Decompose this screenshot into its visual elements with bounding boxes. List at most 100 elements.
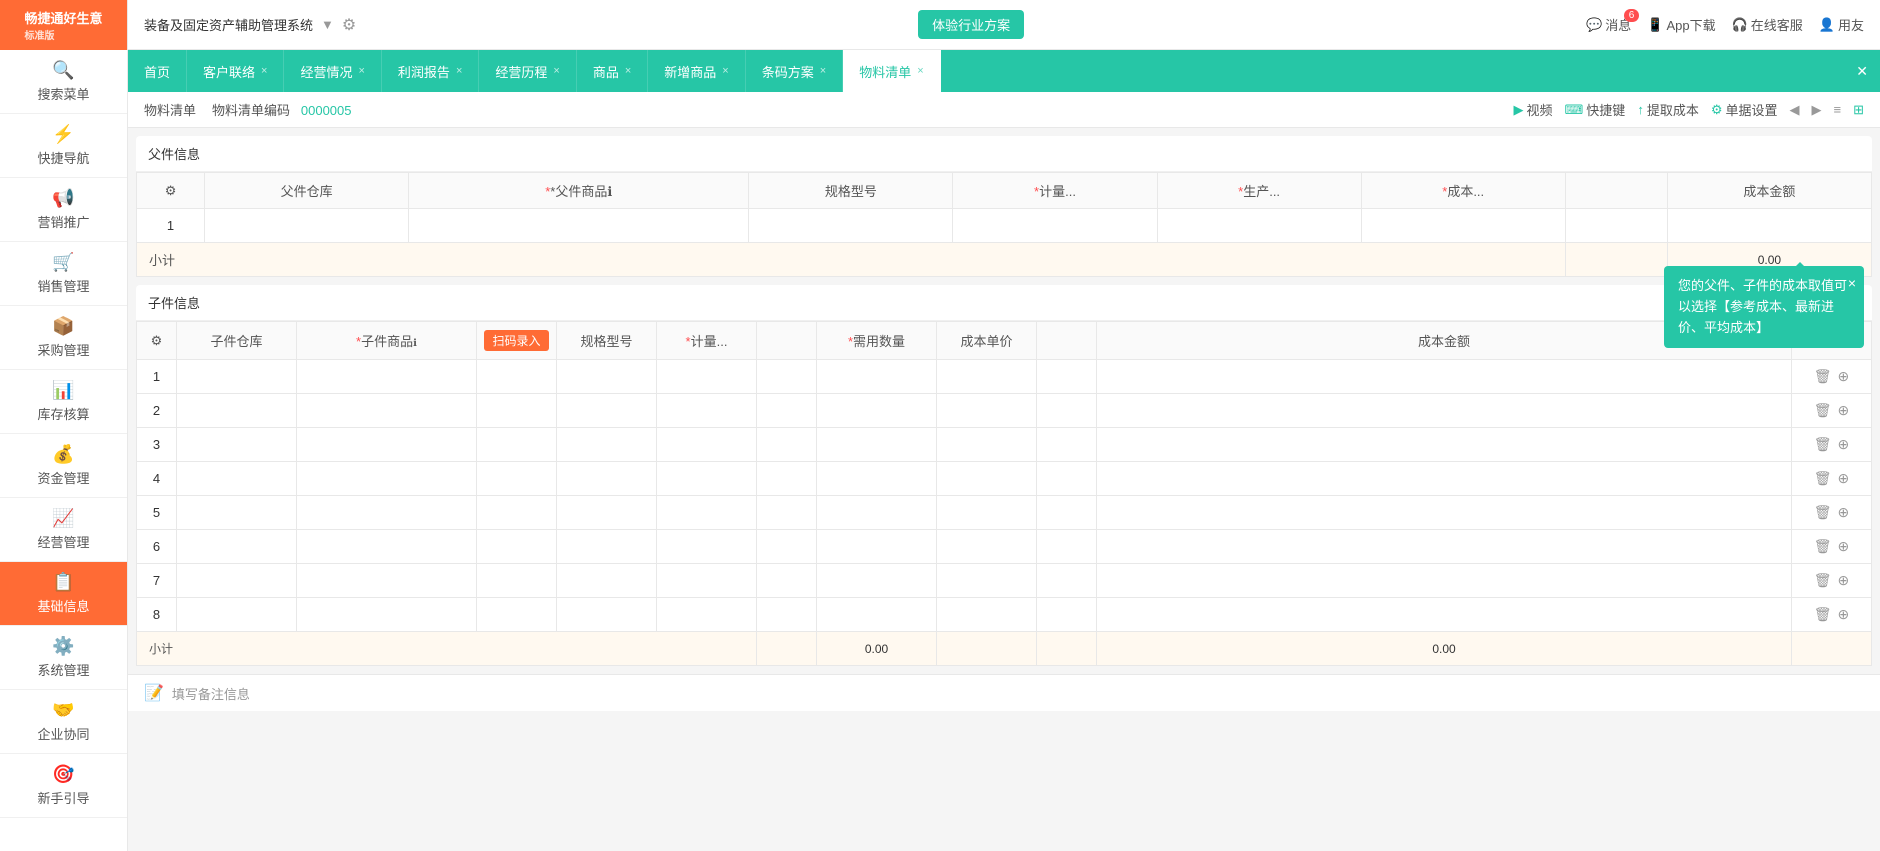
tab-operations-close-icon[interactable]: ×	[358, 65, 364, 77]
child-col-settings[interactable]: ⚙	[137, 322, 177, 360]
tab-customer[interactable]: 客户联络 ×	[187, 50, 284, 92]
child-row-5-qty[interactable]	[817, 496, 937, 530]
tab-history-close-icon[interactable]: ×	[553, 65, 559, 77]
extract-cost-action[interactable]: ↑ 提取成本	[1637, 100, 1699, 119]
tab-customer-close-icon[interactable]: ×	[261, 65, 267, 77]
notes-label[interactable]: 填写备注信息	[172, 684, 250, 703]
parent-row-1-cost[interactable]	[1361, 209, 1565, 243]
child-row-1-warehouse[interactable]	[177, 360, 297, 394]
child-row-8-spec[interactable]	[557, 598, 657, 632]
child-row-2-warehouse[interactable]	[177, 394, 297, 428]
parent-row-1-product[interactable]	[409, 209, 749, 243]
delete-icon[interactable]: 🗑	[1814, 470, 1832, 487]
delete-icon[interactable]: 🗑	[1814, 606, 1832, 623]
child-row-6-unit[interactable]	[657, 530, 757, 564]
child-row-3-unit[interactable]	[657, 428, 757, 462]
nav-right-icon[interactable]: ▶	[1812, 102, 1822, 118]
child-row-5-unit-cost[interactable]	[937, 496, 1037, 530]
app-download-button[interactable]: 📱 App下载	[1647, 15, 1715, 34]
experience-button[interactable]: 体验行业方案	[918, 10, 1024, 39]
copy-icon[interactable]: ⊕	[1838, 504, 1850, 521]
child-row-2-unit-cost[interactable]	[937, 394, 1037, 428]
child-row-8-warehouse[interactable]	[177, 598, 297, 632]
delete-icon[interactable]: 🗑	[1814, 368, 1832, 385]
child-row-1-unit[interactable]	[657, 360, 757, 394]
child-row-6-unit-cost[interactable]	[937, 530, 1037, 564]
copy-icon[interactable]: ⊕	[1838, 368, 1850, 385]
close-all-tabs-icon[interactable]: ✕	[1844, 63, 1880, 80]
child-row-6-spec[interactable]	[557, 530, 657, 564]
child-row-1-product[interactable]	[297, 360, 477, 394]
child-row-8-product[interactable]	[297, 598, 477, 632]
sidebar-item-basic-info[interactable]: 📋 基础信息	[0, 562, 127, 626]
child-row-5-product[interactable]	[297, 496, 477, 530]
child-row-3-qty[interactable]	[817, 428, 937, 462]
child-row-5-spec[interactable]	[557, 496, 657, 530]
tab-new-products-close-icon[interactable]: ×	[722, 65, 728, 77]
tab-history[interactable]: 经营历程 ×	[479, 50, 576, 92]
child-col-scan[interactable]: 扫码录入	[477, 322, 557, 360]
delete-icon[interactable]: 🗑	[1814, 538, 1832, 555]
scan-input-button[interactable]: 扫码录入	[484, 330, 548, 351]
copy-icon[interactable]: ⊕	[1838, 606, 1850, 623]
parent-row-1-production[interactable]	[1157, 209, 1361, 243]
child-row-4-unit-cost[interactable]	[937, 462, 1037, 496]
sidebar-item-inventory[interactable]: 📊 库存核算	[0, 370, 127, 434]
tab-products[interactable]: 商品 ×	[577, 50, 648, 92]
sidebar-item-marketing[interactable]: 📢 营销推广	[0, 178, 127, 242]
online-service-button[interactable]: 🎧 在线客服	[1732, 15, 1803, 34]
copy-icon[interactable]: ⊕	[1838, 538, 1850, 555]
sidebar-item-sales[interactable]: 🛒 销售管理	[0, 242, 127, 306]
delete-icon[interactable]: 🗑	[1814, 436, 1832, 453]
list-view-icon[interactable]: ≡	[1834, 102, 1842, 117]
tab-barcode-close-icon[interactable]: ×	[820, 65, 826, 77]
parent-row-1-spec[interactable]	[749, 209, 953, 243]
single-settings-action[interactable]: ⚙ 单据设置	[1711, 100, 1778, 119]
child-row-1-qty[interactable]	[817, 360, 937, 394]
child-row-6-product[interactable]	[297, 530, 477, 564]
child-row-7-unit-cost[interactable]	[937, 564, 1037, 598]
child-row-4-unit[interactable]	[657, 462, 757, 496]
child-row-7-product[interactable]	[297, 564, 477, 598]
copy-icon[interactable]: ⊕	[1838, 402, 1850, 419]
sidebar-item-search[interactable]: 🔍 搜索菜单	[0, 50, 127, 114]
delete-icon[interactable]: 🗑	[1814, 504, 1832, 521]
copy-icon[interactable]: ⊕	[1838, 470, 1850, 487]
user-button[interactable]: 👤 用友	[1819, 15, 1864, 34]
child-row-3-unit-cost[interactable]	[937, 428, 1037, 462]
child-row-2-qty[interactable]	[817, 394, 937, 428]
sidebar-item-enterprise[interactable]: 🤝 企业协同	[0, 690, 127, 754]
child-row-8-unit[interactable]	[657, 598, 757, 632]
sidebar-item-quick-nav[interactable]: ⚡ 快捷导航	[0, 114, 127, 178]
delete-icon[interactable]: 🗑	[1814, 402, 1832, 419]
child-row-7-unit[interactable]	[657, 564, 757, 598]
copy-icon[interactable]: ⊕	[1838, 436, 1850, 453]
tab-home[interactable]: 首页	[128, 50, 187, 92]
child-row-5-warehouse[interactable]	[177, 496, 297, 530]
child-row-8-unit-cost[interactable]	[937, 598, 1037, 632]
message-button[interactable]: 💬 消息 6	[1586, 15, 1631, 34]
child-row-7-qty[interactable]	[817, 564, 937, 598]
parent-col-settings[interactable]: ⚙	[137, 173, 205, 209]
child-row-2-product[interactable]	[297, 394, 477, 428]
tooltip-close-icon[interactable]: ×	[1848, 272, 1856, 294]
child-row-6-qty[interactable]	[817, 530, 937, 564]
copy-icon[interactable]: ⊕	[1838, 572, 1850, 589]
dropdown-arrow-icon[interactable]: ▼	[321, 17, 334, 32]
child-row-1-unit-cost[interactable]	[937, 360, 1037, 394]
tab-barcode[interactable]: 条码方案 ×	[746, 50, 843, 92]
child-row-4-product[interactable]	[297, 462, 477, 496]
child-row-2-spec[interactable]	[557, 394, 657, 428]
sidebar-item-operations[interactable]: 📈 经营管理	[0, 498, 127, 562]
child-row-7-warehouse[interactable]	[177, 564, 297, 598]
shortcut-action[interactable]: ⌨ 快捷键	[1565, 100, 1626, 119]
delete-icon[interactable]: 🗑	[1814, 572, 1832, 589]
tab-profit-close-icon[interactable]: ×	[456, 65, 462, 77]
child-row-3-spec[interactable]	[557, 428, 657, 462]
video-action[interactable]: ▶ 视频	[1514, 100, 1553, 119]
child-row-4-warehouse[interactable]	[177, 462, 297, 496]
sidebar-item-purchase[interactable]: 📦 采购管理	[0, 306, 127, 370]
sidebar-item-guide[interactable]: 🎯 新手引导	[0, 754, 127, 818]
child-row-4-qty[interactable]	[817, 462, 937, 496]
child-row-3-warehouse[interactable]	[177, 428, 297, 462]
